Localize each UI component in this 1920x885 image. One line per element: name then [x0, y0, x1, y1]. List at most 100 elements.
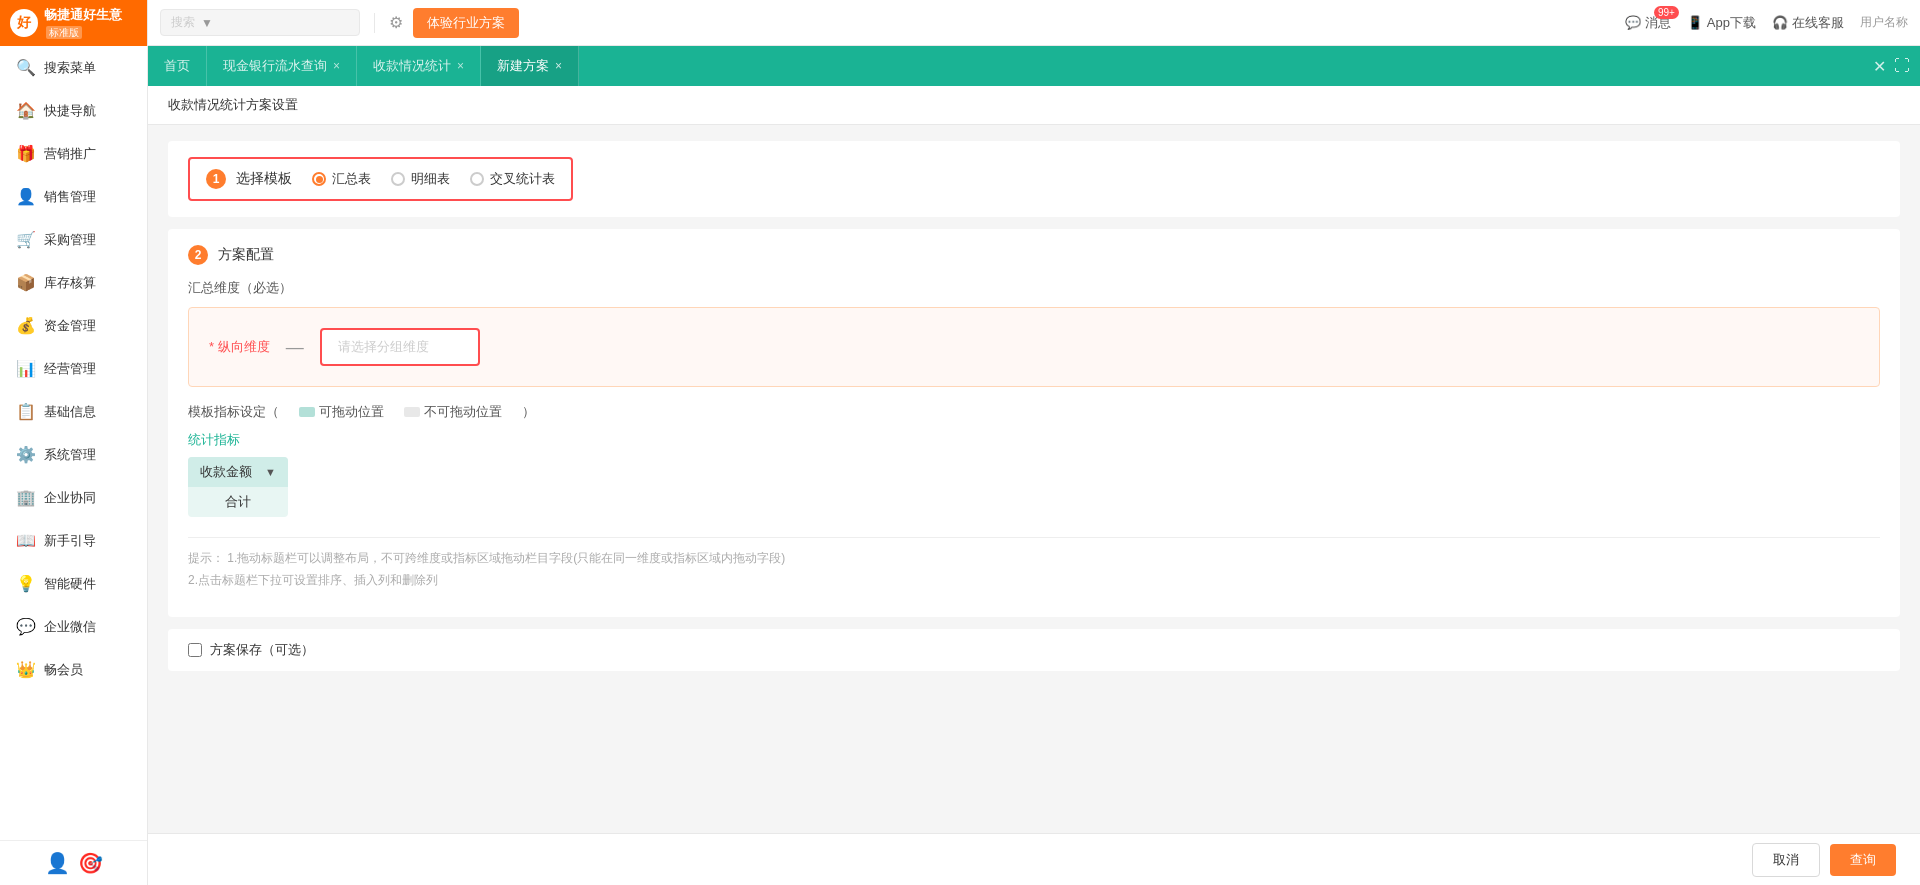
metrics-card: 收款金额 ▼ 合计 [188, 457, 288, 517]
download-icon: 📱 [1687, 15, 1703, 30]
sidebar-bottom-item1[interactable]: 👤 [45, 851, 70, 875]
metrics-section-label: 模板指标设定（ [188, 403, 279, 421]
box-icon: 📦 [16, 273, 36, 292]
settings-icon[interactable]: ⚙ [389, 13, 403, 32]
topbar-divider [374, 13, 375, 33]
query-button[interactable]: 查询 [1830, 844, 1896, 876]
dimension-row: * 纵向维度 — 请选择分组维度 [209, 328, 480, 366]
sidebar-item-purchase[interactable]: 🛒 采购管理 [0, 218, 147, 261]
dimension-arrow-icon: — [286, 337, 304, 358]
page-body: 1 选择模板 汇总表 明细表 [148, 125, 1920, 833]
step2-section: 2 方案配置 汇总维度（必选） * 纵向维度 — 请选择分组维度 模板指标设定（ [168, 229, 1900, 617]
service-label: 在线客服 [1792, 14, 1844, 32]
wechat-icon: 💬 [16, 617, 36, 636]
sidebar-logo: 好 畅捷通好生意 标准版 [0, 0, 147, 46]
clipboard-icon: 📋 [16, 402, 36, 421]
chart-icon: 📊 [16, 359, 36, 378]
hint-section: 提示： 1.拖动标题栏可以调整布局，不可跨维度或指标区域拖动栏目字段(只能在同一… [188, 537, 1880, 601]
sidebar-item-inventory[interactable]: 📦 库存核算 [0, 261, 147, 304]
sidebar-label-hardware: 智能硬件 [44, 575, 96, 593]
dimension-select[interactable]: 请选择分组维度 [320, 328, 480, 366]
message-badge: 99+ [1654, 6, 1679, 19]
logo-text: 畅捷通好生意 [44, 6, 122, 24]
sidebar-label-enterprise: 企业协同 [44, 489, 96, 507]
legend-fixed: 不可拖动位置 [404, 403, 502, 421]
download-label: App下载 [1707, 14, 1756, 32]
tab-new-plan[interactable]: 新建方案 × [481, 46, 579, 86]
message-button[interactable]: 💬 消息 99+ [1625, 14, 1671, 32]
legend-fixed-box [404, 407, 420, 417]
sidebar-item-hardware[interactable]: 💡 智能硬件 [0, 562, 147, 605]
save-label: 方案保存（可选） [210, 641, 314, 659]
bottom-icon1: 👤 [45, 851, 70, 875]
dimension-area: * 纵向维度 — 请选择分组维度 [188, 307, 1880, 387]
sidebar-item-nav[interactable]: 🏠 快捷导航 [0, 89, 147, 132]
user-name: 用户名称 [1860, 14, 1908, 31]
search-box[interactable]: 搜索 ▼ [160, 9, 360, 36]
sidebar-bottom-item2[interactable]: 🎯 [78, 851, 103, 875]
user-icon: 👤 [16, 187, 36, 206]
sidebar-label-system: 系统管理 [44, 446, 96, 464]
tab-home[interactable]: 首页 [148, 46, 207, 86]
radio-cross[interactable]: 交叉统计表 [470, 170, 555, 188]
tab-cashflow[interactable]: 现金银行流水查询 × [207, 46, 357, 86]
download-button[interactable]: 📱 App下载 [1687, 14, 1756, 32]
metrics-label: 统计指标 [188, 431, 1880, 449]
sidebar-item-system[interactable]: ⚙️ 系统管理 [0, 433, 147, 476]
tab-new-plan-label: 新建方案 [497, 57, 549, 75]
tab-close-window-icon[interactable]: ✕ [1873, 57, 1886, 76]
cancel-button[interactable]: 取消 [1752, 843, 1820, 877]
home-icon: 🏠 [16, 101, 36, 120]
sidebar-item-sales[interactable]: 👤 销售管理 [0, 175, 147, 218]
tab-stats-close[interactable]: × [457, 59, 464, 73]
radio-detail[interactable]: 明细表 [391, 170, 450, 188]
legend-fixed-label: 不可拖动位置 [424, 403, 502, 421]
legend-draggable-label: 可拖动位置 [319, 403, 384, 421]
radio-summary[interactable]: 汇总表 [312, 170, 371, 188]
page-title: 收款情况统计方案设置 [168, 97, 298, 112]
tab-new-plan-close[interactable]: × [555, 59, 562, 73]
crown-icon: 👑 [16, 660, 36, 679]
sidebar-item-operations[interactable]: 📊 经营管理 [0, 347, 147, 390]
content-area: 收款情况统计方案设置 1 选择模板 汇总表 [148, 86, 1920, 885]
tabbar-right: ✕ ⛶ [1863, 46, 1920, 86]
sidebar: 好 畅捷通好生意 标准版 🔍 搜索菜单 🏠 快捷导航 🎁 营销推广 👤 销售管理… [0, 0, 148, 885]
sidebar-item-marketing[interactable]: 🎁 营销推广 [0, 132, 147, 175]
save-section: 方案保存（可选） [168, 629, 1900, 671]
step2-number: 2 [188, 245, 208, 265]
sidebar-item-search[interactable]: 🔍 搜索菜单 [0, 46, 147, 89]
topbar: 搜索 ▼ ⚙ 体验行业方案 💬 消息 99+ 📱 App下载 🎧 在线客服 用户… [148, 0, 1920, 46]
sidebar-item-enterprise[interactable]: 🏢 企业协同 [0, 476, 147, 519]
money-icon: 💰 [16, 316, 36, 335]
sidebar-item-guide[interactable]: 📖 新手引导 [0, 519, 147, 562]
message-icon: 💬 [1625, 15, 1641, 30]
service-button[interactable]: 🎧 在线客服 [1772, 14, 1844, 32]
sidebar-item-member[interactable]: 👑 畅会员 [0, 648, 147, 691]
save-checkbox[interactable] [188, 643, 202, 657]
radio-cross-label: 交叉统计表 [490, 170, 555, 188]
service-icon: 🎧 [1772, 15, 1788, 30]
vertical-dimension-label: * 纵向维度 [209, 338, 270, 356]
metrics-header: 模板指标设定（ 可拖动位置 不可拖动位置 ） [188, 403, 1880, 421]
sidebar-label-search: 搜索菜单 [44, 59, 96, 77]
hint2: 2.点击标题栏下拉可设置排序、插入列和删除列 [188, 570, 1880, 592]
step1-header: 1 选择模板 [206, 169, 292, 189]
metrics-card-header[interactable]: 收款金额 ▼ [188, 457, 288, 487]
tab-cashflow-close[interactable]: × [333, 59, 340, 73]
sidebar-item-finance[interactable]: 💰 资金管理 [0, 304, 147, 347]
tab-maximize-icon[interactable]: ⛶ [1894, 57, 1910, 75]
tab-stats-label: 收款情况统计 [373, 57, 451, 75]
sidebar-item-basic[interactable]: 📋 基础信息 [0, 390, 147, 433]
radio-group-template: 汇总表 明细表 交叉统计表 [312, 170, 555, 188]
sidebar-bottom: 👤 🎯 [0, 840, 147, 885]
legend-draggable-box [299, 407, 315, 417]
metrics-section: 模板指标设定（ 可拖动位置 不可拖动位置 ） 统计指标 [188, 403, 1880, 517]
tab-stats[interactable]: 收款情况统计 × [357, 46, 481, 86]
radio-summary-circle [312, 172, 326, 186]
sidebar-item-wechat[interactable]: 💬 企业微信 [0, 605, 147, 648]
sidebar-label-member: 畅会员 [44, 661, 83, 679]
tabbar: 首页 现金银行流水查询 × 收款情况统计 × 新建方案 × ✕ ⛶ [148, 46, 1920, 86]
building-icon: 🏢 [16, 488, 36, 507]
trial-button[interactable]: 体验行业方案 [413, 8, 519, 38]
metrics-card-body: 合计 [188, 487, 288, 517]
